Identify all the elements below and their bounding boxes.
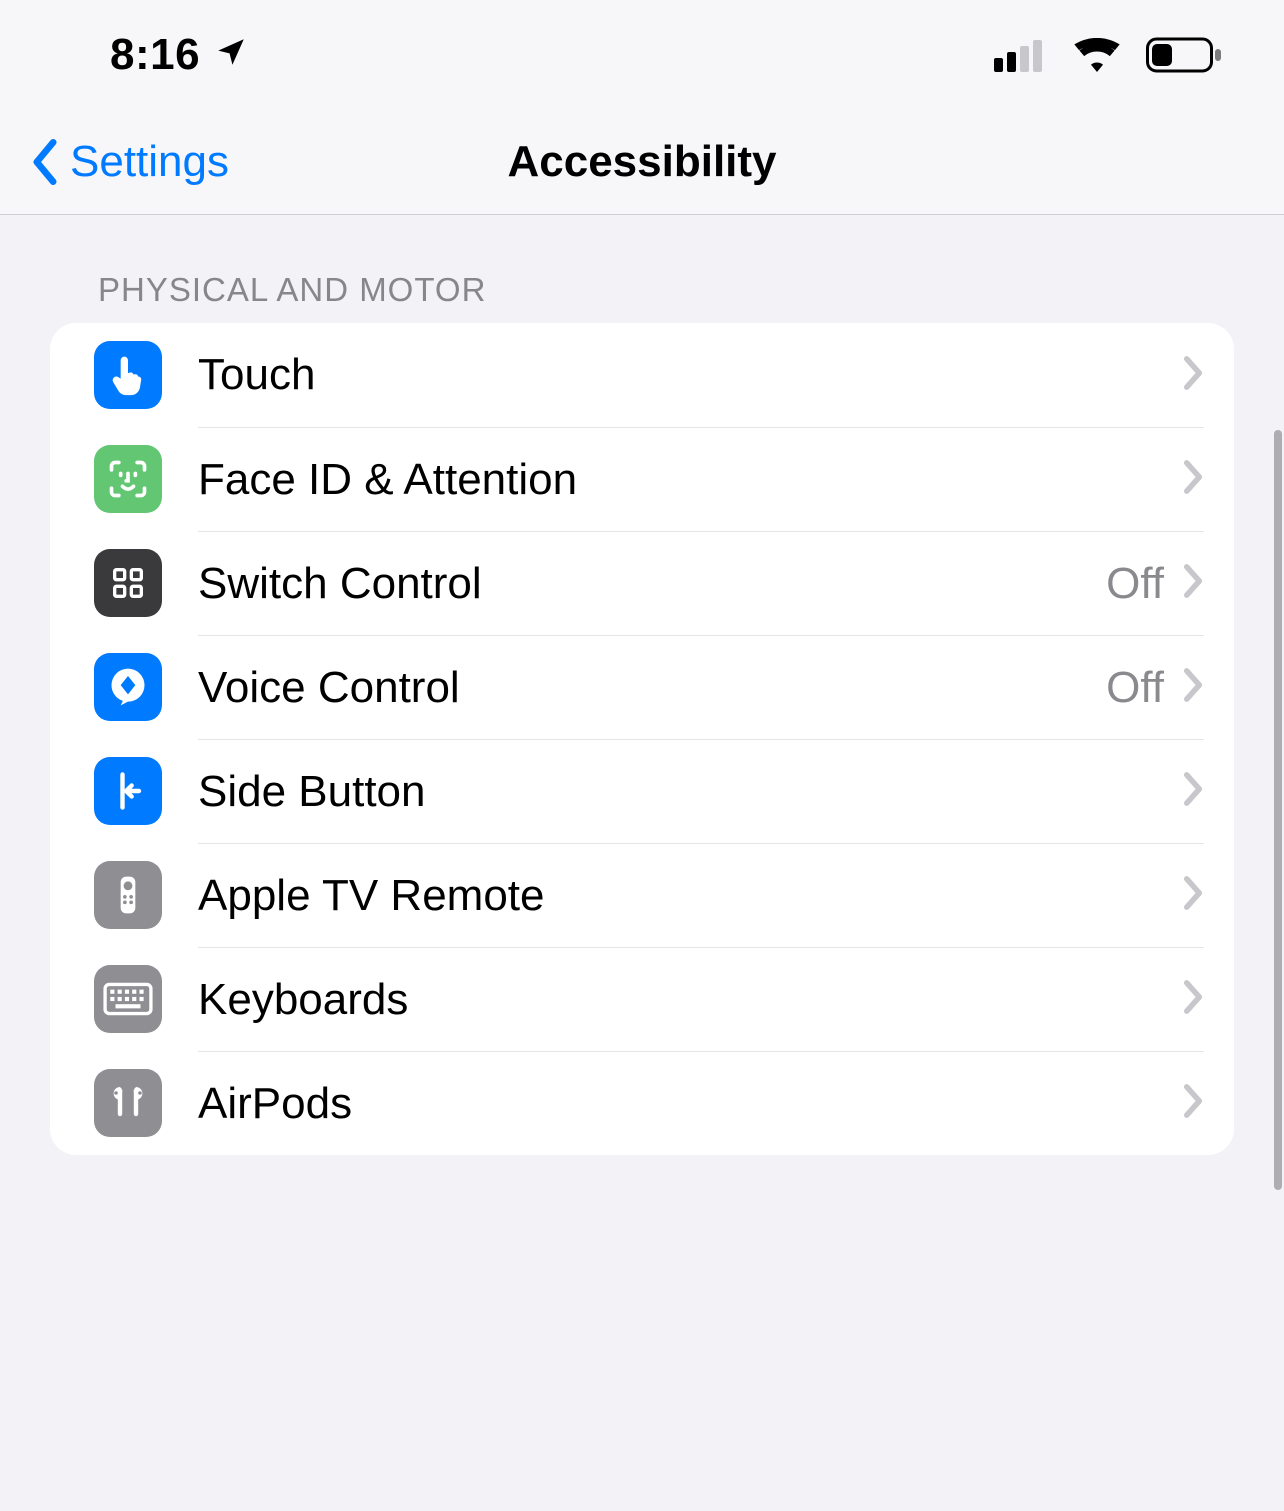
back-label: Settings <box>70 137 229 187</box>
chevron-right-icon <box>1182 874 1204 917</box>
chevron-right-icon <box>1182 978 1204 1021</box>
sidebutton-icon <box>94 757 162 825</box>
row-content: AirPods <box>198 1051 1204 1155</box>
chevron-right-icon <box>1182 354 1204 397</box>
cellular-signal-icon <box>994 38 1048 72</box>
row-value: Off <box>1106 663 1164 713</box>
settings-group: TouchFace ID & AttentionSwitch ControlOf… <box>50 323 1234 1155</box>
row-switch[interactable]: Switch ControlOff <box>50 531 1234 635</box>
chevron-right-icon <box>1182 458 1204 501</box>
switch-icon <box>94 549 162 617</box>
row-content: Voice ControlOff <box>198 635 1204 739</box>
chevron-right-icon <box>1182 666 1204 709</box>
keyboard-icon <box>94 965 162 1033</box>
status-time: 8:16 <box>110 30 200 80</box>
status-left: 8:16 <box>110 30 248 80</box>
row-touch[interactable]: Touch <box>50 323 1234 427</box>
row-label: Face ID & Attention <box>198 455 1182 505</box>
voice-icon <box>94 653 162 721</box>
airpods-icon <box>94 1069 162 1137</box>
row-content: Face ID & Attention <box>198 427 1204 531</box>
back-button[interactable]: Settings <box>30 137 229 187</box>
row-voice[interactable]: Voice ControlOff <box>50 635 1234 739</box>
location-arrow-icon <box>214 30 248 80</box>
status-right <box>994 37 1224 73</box>
nav-bar: Settings Accessibility <box>0 110 1284 215</box>
chevron-right-icon <box>1182 562 1204 605</box>
wifi-icon <box>1074 38 1120 72</box>
row-value: Off <box>1106 559 1164 609</box>
row-label: Voice Control <box>198 663 1106 713</box>
row-tvremote[interactable]: Apple TV Remote <box>50 843 1234 947</box>
row-content: Touch <box>198 323 1204 427</box>
touch-icon <box>94 341 162 409</box>
tvremote-icon <box>94 861 162 929</box>
row-label: AirPods <box>198 1079 1182 1129</box>
row-content: Switch ControlOff <box>198 531 1204 635</box>
chevron-right-icon <box>1182 770 1204 813</box>
row-label: Keyboards <box>198 975 1182 1025</box>
row-faceid[interactable]: Face ID & Attention <box>50 427 1234 531</box>
battery-icon <box>1146 37 1224 73</box>
row-label: Touch <box>198 350 1182 400</box>
status-bar: 8:16 <box>0 0 1284 110</box>
row-label: Side Button <box>198 767 1182 817</box>
chevron-left-icon <box>30 139 60 185</box>
row-airpods[interactable]: AirPods <box>50 1051 1234 1155</box>
row-label: Apple TV Remote <box>198 871 1182 921</box>
faceid-icon <box>94 445 162 513</box>
scrollbar[interactable] <box>1274 430 1282 1190</box>
row-content: Side Button <box>198 739 1204 843</box>
row-keyboard[interactable]: Keyboards <box>50 947 1234 1051</box>
row-sidebutton[interactable]: Side Button <box>50 739 1234 843</box>
row-content: Keyboards <box>198 947 1204 1051</box>
section-header: PHYSICAL AND MOTOR <box>0 215 1284 323</box>
chevron-right-icon <box>1182 1082 1204 1125</box>
row-content: Apple TV Remote <box>198 843 1204 947</box>
row-label: Switch Control <box>198 559 1106 609</box>
